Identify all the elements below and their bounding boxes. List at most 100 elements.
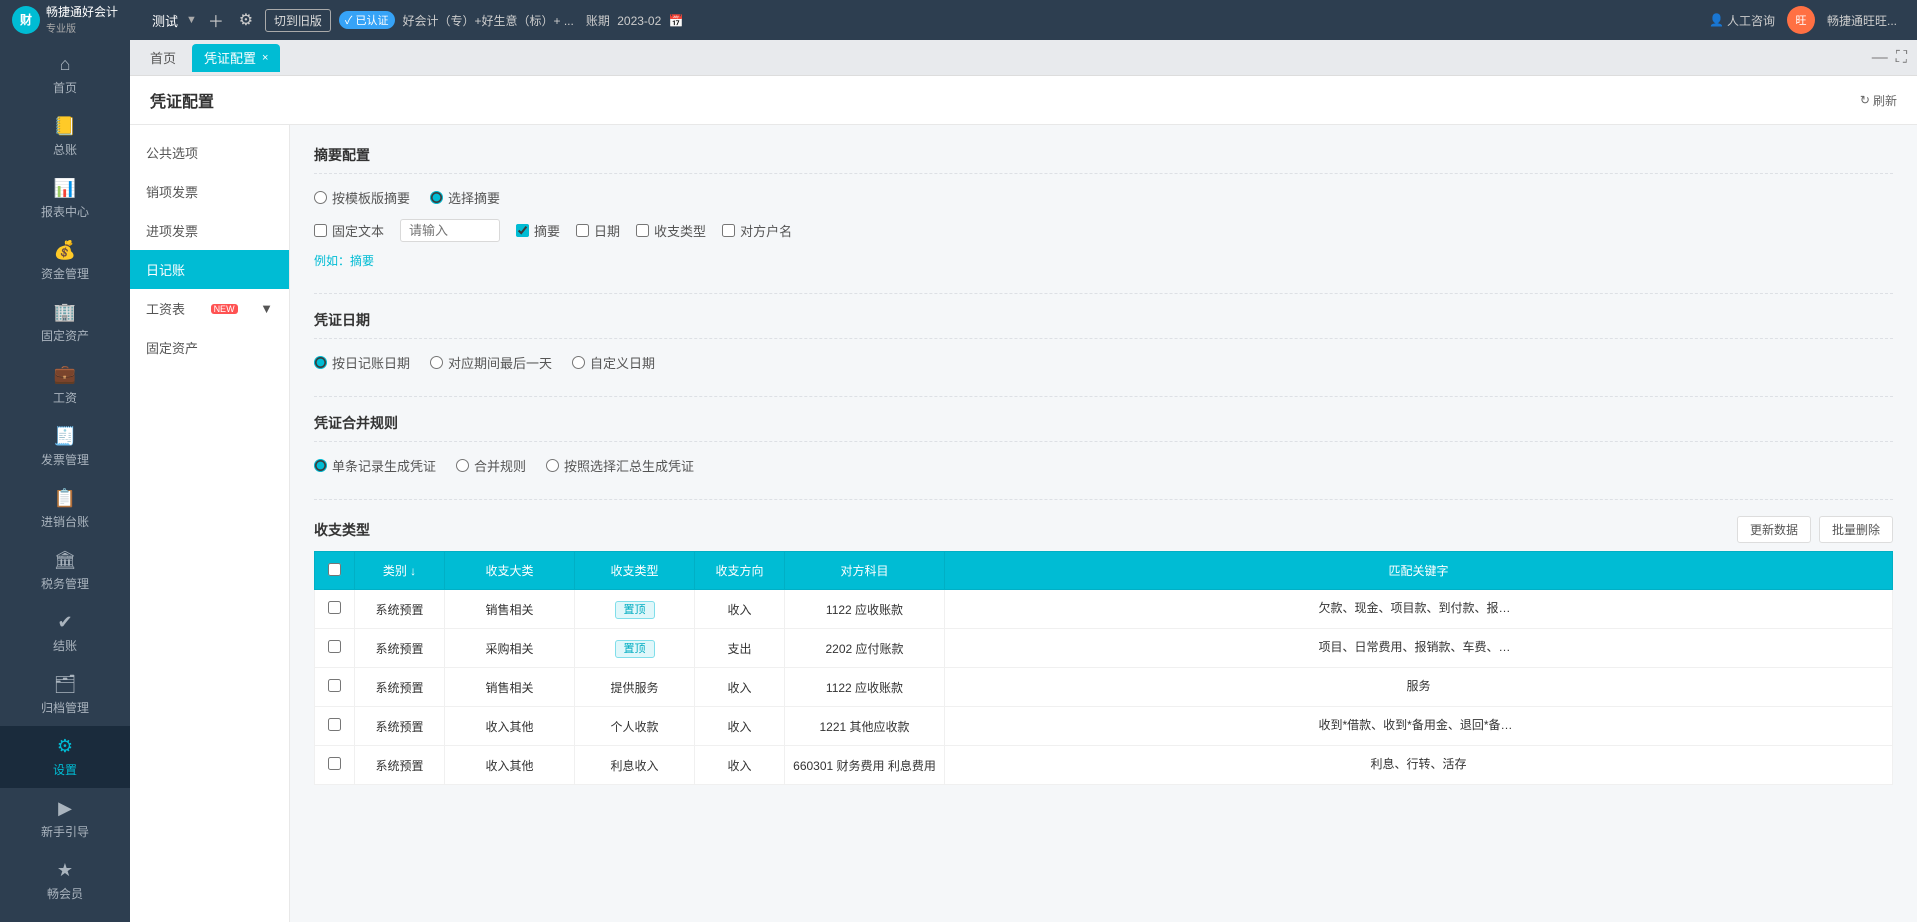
salary-icon: 💼 [54, 364, 76, 385]
row-checkbox-cell[interactable] [315, 629, 355, 668]
row-checkbox-1[interactable] [328, 640, 341, 653]
counterparty-checkbox[interactable] [722, 224, 735, 237]
switch-old-version-button[interactable]: 切到旧版 [265, 9, 331, 32]
left-menu-public[interactable]: 公共选项 [130, 133, 289, 172]
sidebar-item-salary[interactable]: 💼 工资 [0, 354, 130, 416]
settings-icon[interactable]: ⚙ [235, 9, 257, 31]
sidebar-item-invoice-mgmt[interactable]: 🧾 发票管理 [0, 416, 130, 478]
sub-type-tag[interactable]: 置顶 [615, 640, 655, 658]
sidebar-item-home[interactable]: ⌂ 首页 [0, 44, 130, 106]
row-checkbox-cell[interactable] [315, 746, 355, 785]
checkbox-date[interactable]: 日期 [576, 221, 620, 240]
checkbox-fixed-text[interactable]: 固定文本 [314, 221, 384, 240]
th-category[interactable]: 类别 ↓ [355, 552, 445, 590]
row-checkbox-cell[interactable] [315, 590, 355, 629]
radio-single-voucher[interactable]: 单条记录生成凭证 [314, 456, 436, 475]
sidebar-item-closing[interactable]: ✔ 结账 [0, 602, 130, 664]
calendar-icon[interactable]: 📅 [669, 14, 684, 28]
page-title: 凭证配置 [150, 88, 214, 112]
row-checkbox-0[interactable] [328, 601, 341, 614]
row-major-type: 销售相关 [445, 668, 575, 707]
row-account: 660301 财务费用 利息费用 [785, 746, 945, 785]
sidebar-item-ledger[interactable]: 📒 总账 [0, 106, 130, 168]
radio-journal-date[interactable]: 按日记账日期 [314, 353, 410, 372]
checkbox-income-type[interactable]: 收支类型 [636, 221, 706, 240]
add-button[interactable]: ＋ [205, 9, 227, 31]
sidebar-item-archive[interactable]: 🗂 归档管理 [0, 664, 130, 726]
sidebar-item-guide[interactable]: ▶ 新手引导 [0, 788, 130, 850]
row-checkbox-4[interactable] [328, 757, 341, 770]
radio-period-last-day-input[interactable] [430, 356, 443, 369]
left-menu-sales-invoice[interactable]: 销项发票 [130, 172, 289, 211]
row-sub-type: 置顶 [575, 590, 695, 629]
income-type-checkbox[interactable] [636, 224, 649, 237]
th-major-type: 收支大类 [445, 552, 575, 590]
radio-merge-rule[interactable]: 合并规则 [456, 456, 526, 475]
row-checkbox-3[interactable] [328, 718, 341, 731]
sidebar-item-purchase-sales[interactable]: 📋 进销台账 [0, 478, 130, 540]
row-major-type: 采购相关 [445, 629, 575, 668]
row-sub-type: 置顶 [575, 629, 695, 668]
left-menu-fixed-assets[interactable]: 固定资产 [130, 328, 289, 367]
radio-by-template[interactable]: 按模板版摘要 [314, 188, 410, 207]
checkbox-summary[interactable]: 摘要 [516, 221, 560, 240]
sidebar: ⌂ 首页 📒 总账 📊 报表中心 💰 资金管理 🏢 固定资产 💼 工资 🧾 发票… [0, 40, 130, 922]
sidebar-item-settings[interactable]: ⚙ 设置 [0, 726, 130, 788]
tab-bar-right: — ⛶ [1872, 49, 1907, 67]
dropdown-icon[interactable]: ▼ [186, 14, 197, 26]
sidebar-label-settings: 设置 [53, 761, 77, 778]
reports-icon: 📊 [54, 178, 76, 199]
fixed-text-checkbox[interactable] [314, 224, 327, 237]
radio-by-selection[interactable]: 按照选择汇总生成凭证 [546, 456, 694, 475]
radio-select-summary[interactable]: 选择摘要 [430, 188, 500, 207]
row-category: 系统预置 [355, 629, 445, 668]
sub-type-tag[interactable]: 置顶 [615, 601, 655, 619]
row-checkbox-cell[interactable] [315, 707, 355, 746]
summary-checkbox[interactable] [516, 224, 529, 237]
date-checkbox[interactable] [576, 224, 589, 237]
tab-active-label: 凭证配置 [204, 48, 256, 67]
radio-select-summary-input[interactable] [430, 191, 443, 204]
row-checkbox-2[interactable] [328, 679, 341, 692]
radio-custom-date-input[interactable] [572, 356, 585, 369]
row-keyword: 项目、日常费用、报销款、车费、承兑汇票、付款 [945, 629, 1893, 668]
th-checkbox[interactable] [315, 552, 355, 590]
sidebar-label-funds: 资金管理 [41, 265, 89, 282]
date-section-title: 凭证日期 [314, 310, 1893, 339]
tab-maximize-icon[interactable]: ⛶ [1896, 49, 1907, 67]
update-data-button[interactable]: 更新数据 [1737, 516, 1811, 543]
radio-custom-date[interactable]: 自定义日期 [572, 353, 655, 372]
radio-period-last-day[interactable]: 对应期间最后一天 [430, 353, 552, 372]
period-info: 账期 2023-02 📅 [586, 12, 684, 29]
tab-close-icon[interactable]: × [262, 52, 268, 64]
row-direction: 收入 [695, 746, 785, 785]
batch-delete-button[interactable]: 批量删除 [1819, 516, 1893, 543]
radio-merge-rule-input[interactable] [456, 459, 469, 472]
radio-by-selection-input[interactable] [546, 459, 559, 472]
radio-journal-date-input[interactable] [314, 356, 327, 369]
left-menu-journal[interactable]: 日记账 [130, 250, 289, 289]
fixed-text-input[interactable] [400, 219, 500, 242]
sidebar-item-member[interactable]: ★ 畅会员 [0, 850, 130, 912]
radio-single-voucher-input[interactable] [314, 459, 327, 472]
sidebar-item-tax[interactable]: 🏛 税务管理 [0, 540, 130, 602]
tab-minimize-icon[interactable]: — [1872, 49, 1888, 67]
sidebar-item-funds[interactable]: 💰 资金管理 [0, 230, 130, 292]
left-menu-purchase-invoice[interactable]: 进项发票 [130, 211, 289, 250]
radio-by-template-input[interactable] [314, 191, 327, 204]
home-icon: ⌂ [60, 54, 71, 75]
content-area: 首页 凭证配置 × — ⛶ 凭证配置 ↻ 刷新 [130, 40, 1917, 922]
table-row: 系统预置 销售相关 提供服务 收入 1122 应收账款 服务 [315, 668, 1893, 707]
select-all-checkbox[interactable] [328, 563, 341, 576]
tab-voucher-config[interactable]: 凭证配置 × [192, 44, 280, 72]
sidebar-item-reports[interactable]: 📊 报表中心 [0, 168, 130, 230]
summary-section: 摘要配置 按模板版摘要 选择摘要 [314, 145, 1893, 269]
refresh-button[interactable]: ↻ 刷新 [1860, 92, 1897, 109]
left-menu-payroll[interactable]: 工资表 NEW ▼ [130, 289, 289, 328]
row-checkbox-cell[interactable] [315, 668, 355, 707]
row-category: 系统预置 [355, 707, 445, 746]
sidebar-item-fixed-assets[interactable]: 🏢 固定资产 [0, 292, 130, 354]
checkbox-counterparty[interactable]: 对方户名 [722, 221, 792, 240]
consult-button[interactable]: 👤 人工咨询 [1709, 12, 1775, 29]
tab-home[interactable]: 首页 [138, 44, 188, 72]
